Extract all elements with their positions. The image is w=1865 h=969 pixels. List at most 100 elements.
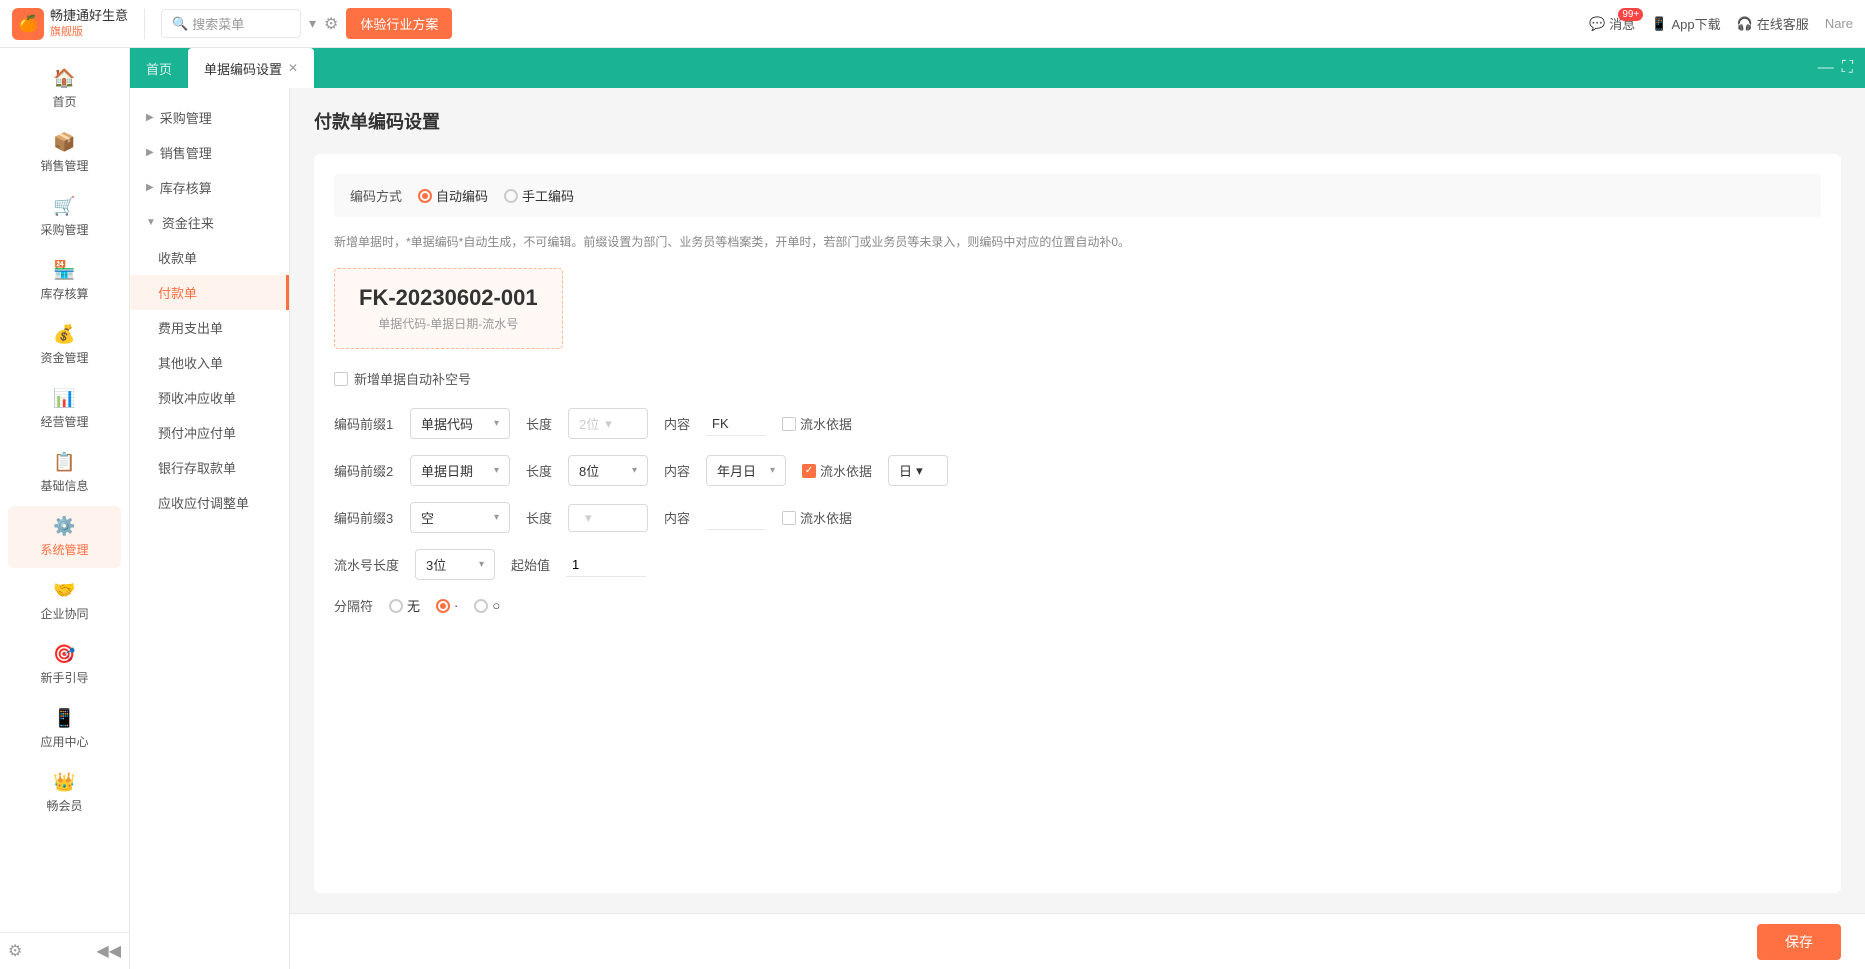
menu-item-payment[interactable]: 付款单 [130, 275, 289, 310]
select-arrow-icon: ▾ [605, 416, 612, 432]
sidebar-item-member[interactable]: 👑 畅会员 [8, 762, 121, 824]
menu-group-label: 采购管理 [160, 108, 212, 127]
settings-icon[interactable]: ⚙ [8, 941, 22, 961]
topbar: 🍊 畅捷通好生意 旗舰版 🔍 搜索菜单 ▾ ⚙ 体验行业方案 💬 消息 99+ … [0, 0, 1865, 48]
sidebar-nav: 🏠 首页 📦 销售管理 🛒 采购管理 🏪 库存核算 💰 资金管理 📊 经 [0, 48, 129, 932]
length2-select[interactable]: 8位 ▾ [568, 455, 648, 486]
prefix2-select[interactable]: 单据日期 ▾ [410, 455, 510, 486]
user-name[interactable]: Nare [1825, 16, 1853, 31]
sidebar-item-operations[interactable]: 📊 经营管理 [8, 378, 121, 440]
minimize-icon[interactable]: — [1818, 59, 1834, 77]
trial-button[interactable]: 体验行业方案 [346, 8, 452, 39]
app-download[interactable]: 📱 App下载 [1651, 14, 1720, 33]
auto-encoding-dot [418, 189, 432, 203]
menu-group-label: 库存核算 [160, 178, 212, 197]
length1-select[interactable]: 2位 ▾ [568, 408, 648, 439]
watermark2-checkbox[interactable]: ✓ [802, 464, 816, 478]
length2-label: 长度 [526, 461, 552, 480]
app-center-icon: 📱 [53, 708, 75, 729]
separator-label: 分隔符 [334, 596, 373, 615]
sep-none-radio[interactable]: 无 [389, 596, 420, 615]
dropdown-arrow-icon[interactable]: ▾ [309, 15, 316, 32]
start-value-input[interactable] [566, 553, 646, 577]
prefix2-label: 编码前缀2 [334, 461, 394, 480]
home-icon: 🏠 [53, 68, 75, 89]
collapse-icon[interactable]: ◀◀ [96, 941, 121, 961]
serial-length-label: 流水号长度 [334, 555, 399, 574]
topbar-right: 💬 消息 99+ 📱 App下载 🎧 在线客服 Nare [1589, 14, 1853, 33]
select-arrow-icon: ▾ [632, 465, 637, 476]
content2-select[interactable]: 年月日 ▾ [706, 455, 786, 486]
content2-label: 内容 [664, 461, 690, 480]
divider [144, 9, 145, 39]
content1-input[interactable] [706, 412, 766, 436]
encoding-method-row: 编码方式 自动编码 手工编码 [334, 174, 1821, 217]
tab-home[interactable]: 首页 [130, 48, 188, 88]
sidebar-item-enterprise[interactable]: 🤝 企业协同 [8, 570, 121, 632]
menu-item-bank[interactable]: 银行存取款单 [130, 450, 289, 485]
online-service[interactable]: 🎧 在线客服 [1737, 14, 1809, 33]
menu-item-other-income[interactable]: 其他收入单 [130, 345, 289, 380]
menu-item-adjustment[interactable]: 应收应付调整单 [130, 485, 289, 520]
sidebar-item-label: 企业协同 [40, 605, 88, 622]
tab-encoding-settings[interactable]: 单据编码设置 ✕ [188, 48, 314, 88]
maximize-icon[interactable]: ⛶ [1842, 59, 1853, 77]
tabbar: 首页 单据编码设置 ✕ — ⛶ [130, 48, 1865, 88]
save-button[interactable]: 保存 [1757, 924, 1841, 960]
message-badge[interactable]: 💬 消息 99+ [1589, 14, 1635, 33]
sidebar-item-app-center[interactable]: 📱 应用中心 [8, 698, 121, 760]
menu-group-capital[interactable]: ▼ 资金往来 [130, 205, 289, 240]
sep-circle-radio[interactable]: ○ [474, 598, 500, 613]
download-icon: 📱 [1651, 16, 1667, 32]
sidebar-item-label: 资金管理 [40, 349, 88, 366]
auto-encoding-radio[interactable]: 自动编码 [418, 186, 488, 205]
menu-item-prepay-payable[interactable]: 预付冲应付单 [130, 415, 289, 450]
watermark2-check: ✓ 流水依据 [802, 461, 872, 480]
auto-fill-checkbox[interactable] [334, 372, 348, 386]
sidebar-item-sales[interactable]: 📦 销售管理 [8, 122, 121, 184]
start-value-label: 起始值 [511, 555, 550, 574]
menu-item-receipt[interactable]: 收款单 [130, 240, 289, 275]
finance-icon: 💰 [53, 324, 75, 345]
menu-item-expense[interactable]: 费用支出单 [130, 310, 289, 345]
sidebar-item-purchase[interactable]: 🛒 采购管理 [8, 186, 121, 248]
prefix1-select[interactable]: 单据代码 ▾ [410, 408, 510, 439]
watermark1-checkbox[interactable] [782, 417, 796, 431]
watermark3-check: 流水依据 [782, 508, 852, 527]
select-arrow-icon: ▾ [494, 512, 499, 523]
prefix3-select[interactable]: 空 ▾ [410, 502, 510, 533]
sidebar-item-label: 库存核算 [40, 285, 88, 302]
enterprise-icon: 🤝 [53, 580, 75, 601]
preview-box: FK-20230602-001 单据代码-单据日期-流水号 [334, 268, 563, 349]
sep-none-dot [389, 599, 403, 613]
sidebar-item-label: 基础信息 [40, 477, 88, 494]
length3-select[interactable]: ▾ [568, 504, 648, 532]
sidebar-item-inventory[interactable]: 🏪 库存核算 [8, 250, 121, 312]
watermark3-checkbox[interactable] [782, 511, 796, 525]
menu-group-inventory[interactable]: ▶ 库存核算 [130, 170, 289, 205]
sidebar-item-home[interactable]: 🏠 首页 [8, 58, 121, 120]
serial-length-select[interactable]: 3位 ▾ [415, 549, 495, 580]
app-logo: 🍊 畅捷通好生意 旗舰版 [12, 8, 128, 40]
sidebar-item-basic-info[interactable]: 📋 基础信息 [8, 442, 121, 504]
sidebar-item-label: 经营管理 [40, 413, 88, 430]
gear-icon[interactable]: ⚙ [324, 14, 338, 34]
manual-encoding-radio[interactable]: 手工编码 [504, 186, 574, 205]
menu-group-purchase[interactable]: ▶ 采购管理 [130, 100, 289, 135]
sidebar-item-label: 采购管理 [40, 221, 88, 238]
watermark1-check: 流水依据 [782, 414, 852, 433]
content3-input[interactable] [706, 506, 766, 530]
sidebar-item-guide[interactable]: 🎯 新手引导 [8, 634, 121, 696]
sidebar-item-finance[interactable]: 💰 资金管理 [8, 314, 121, 376]
search-box[interactable]: 🔍 搜索菜单 [161, 9, 301, 38]
menu-item-prepay-receivable[interactable]: 预收冲应收单 [130, 380, 289, 415]
logo-icon: 🍊 [12, 8, 44, 40]
menu-group-sales[interactable]: ▶ 销售管理 [130, 135, 289, 170]
message-icon: 💬 [1589, 16, 1605, 32]
sep-circle-dot [474, 599, 488, 613]
sidebar: 🏠 首页 📦 销售管理 🛒 采购管理 🏪 库存核算 💰 资金管理 📊 经 [0, 48, 130, 969]
tab-close-icon[interactable]: ✕ [288, 61, 298, 75]
day-select[interactable]: 日 ▾ [888, 455, 948, 486]
sidebar-item-system[interactable]: ⚙️ 系统管理 [8, 506, 121, 568]
sep-dot-radio[interactable]: · [436, 598, 458, 613]
